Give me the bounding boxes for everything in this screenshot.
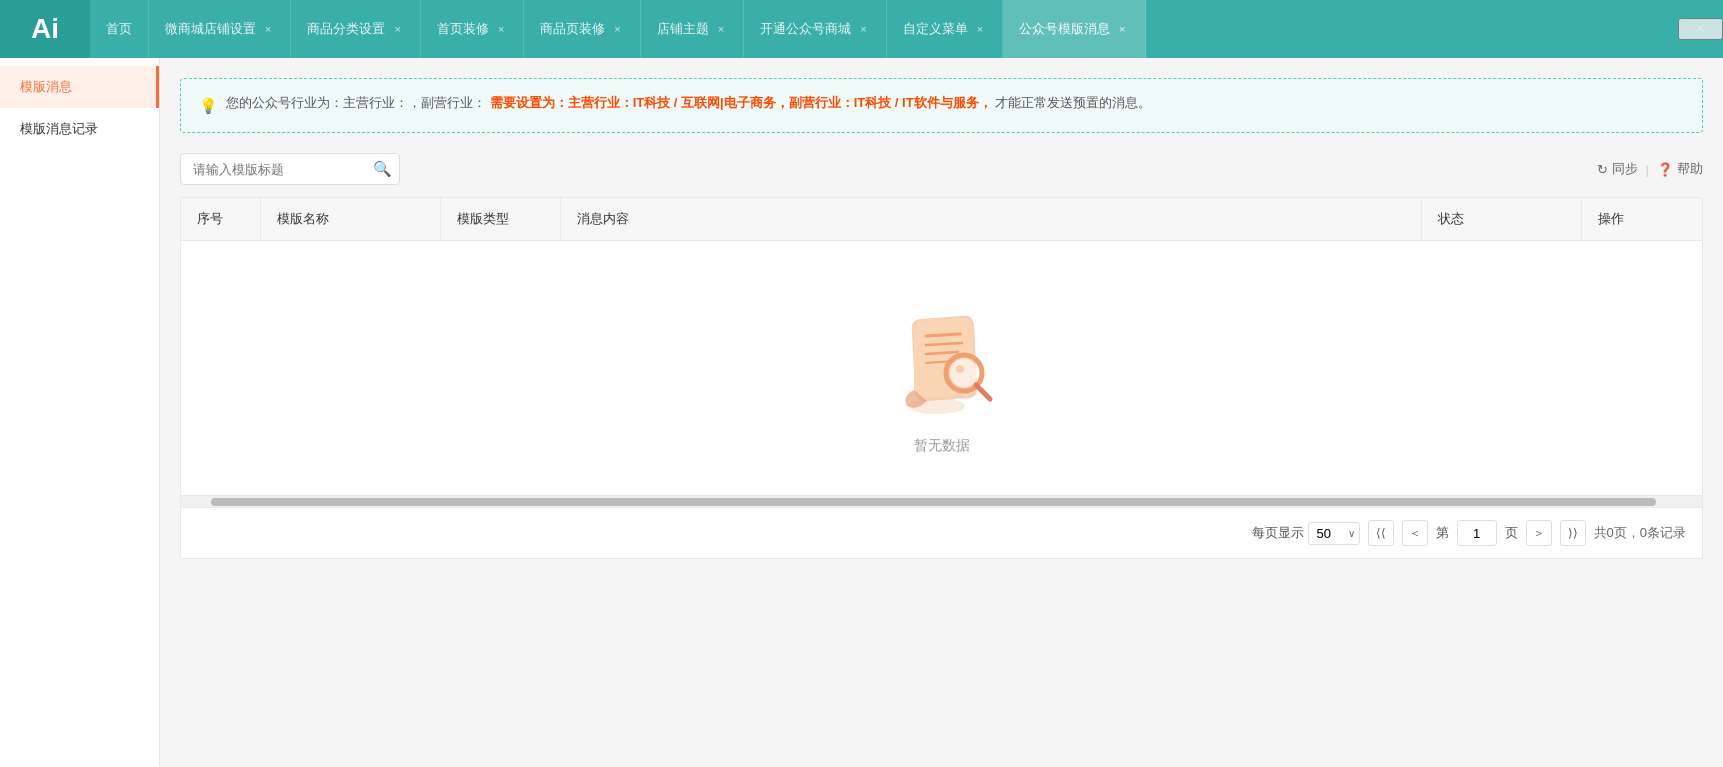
next-page-button[interactable]: ＞ [1526, 520, 1552, 546]
nav-tab-close-open[interactable]: × [857, 22, 869, 36]
sync-button[interactable]: ↻ 同步 [1597, 160, 1638, 178]
scrollbar-thumb[interactable] [211, 498, 1656, 506]
scrollbar-track[interactable] [181, 495, 1702, 507]
page-size-select: 每页显示 50 20 100 [1252, 522, 1360, 545]
page-unit: 页 [1505, 524, 1518, 542]
table-col-action: 操作 [1582, 198, 1702, 240]
svg-line-1 [926, 334, 960, 336]
nav-tab-label: 商品分类设置 [307, 20, 385, 38]
nav-tab-close-template[interactable]: × [1116, 22, 1128, 36]
table-col-type: 模版类型 [441, 198, 561, 240]
nav-tabs: 首页微商城店铺设置×商品分类设置×首页装修×商品页装修×店铺主题×开通公众号商城… [90, 0, 1678, 58]
content-area: 💡 您的公众号行业为：主营行业：，副营行业： 需要设置为：主营行业：IT科技 /… [160, 58, 1723, 767]
nav-tab-close-theme[interactable]: × [715, 22, 727, 36]
page-label: 第 [1436, 524, 1449, 542]
brand-logo: Ai [0, 0, 90, 58]
nav-tab-template[interactable]: 公众号模版消息 × [1003, 0, 1145, 58]
page-size-dropdown[interactable]: 50 20 100 [1308, 522, 1360, 545]
empty-text: 暂无数据 [914, 437, 970, 455]
search-button[interactable]: 🔍 [373, 160, 392, 178]
empty-icon [882, 301, 1002, 421]
nav-tab-open[interactable]: 开通公众号商城 × [744, 0, 886, 58]
sidebar-item-template-msg[interactable]: 模版消息 [0, 66, 159, 108]
table-col-status: 状态 [1422, 198, 1582, 240]
total-info: 共0页，0条记录 [1594, 524, 1686, 542]
sidebar: 模版消息模版消息记录 [0, 58, 160, 767]
notice-icon: 💡 [199, 94, 218, 118]
search-input[interactable] [180, 153, 400, 185]
search-wrap: 🔍 [180, 153, 400, 185]
nav-tab-label: 微商城店铺设置 [165, 20, 256, 38]
svg-line-7 [976, 385, 990, 399]
prev-page-button[interactable]: ＜ [1402, 520, 1428, 546]
divider: | [1646, 162, 1649, 177]
nav-tab-weshop[interactable]: 微商城店铺设置 × [149, 0, 291, 58]
table-col-index: 序号 [181, 198, 261, 240]
nav-tab-label: 首页 [106, 20, 132, 38]
nav-tab-homepage[interactable]: 首页装修 × [421, 0, 524, 58]
sync-icon: ↻ [1597, 162, 1608, 177]
empty-state: 暂无数据 [181, 241, 1702, 495]
notice-box: 💡 您的公众号行业为：主营行业：，副营行业： 需要设置为：主营行业：IT科技 /… [180, 78, 1703, 133]
table-col-name: 模版名称 [261, 198, 441, 240]
notice-text: 您的公众号行业为：主营行业：，副营行业： 需要设置为：主营行业：IT科技 / 互… [226, 93, 1151, 114]
nav-tab-label: 开通公众号商城 [760, 20, 851, 38]
svg-point-6 [950, 359, 978, 387]
nav-tab-label: 首页装修 [437, 20, 489, 38]
nav-tab-close-category[interactable]: × [391, 22, 403, 36]
nav-tab-close-homepage[interactable]: × [495, 22, 507, 36]
nav-tab-theme[interactable]: 店铺主题 × [641, 0, 744, 58]
nav-tab-home[interactable]: 首页 [90, 0, 149, 58]
table-header: 序号模版名称模版类型消息内容状态操作 [181, 198, 1702, 241]
nav-tab-label: 店铺主题 [657, 20, 709, 38]
svg-point-8 [956, 365, 964, 373]
pagination: 每页显示 50 20 100 ⟨⟨ ＜ 第 页 ＞ ⟩⟩ 共0页，0条 [181, 507, 1702, 558]
nav-tab-label: 公众号模版消息 [1019, 20, 1110, 38]
help-icon: ❓ [1657, 162, 1673, 177]
nav-tab-close-menu[interactable]: × [974, 22, 986, 36]
help-button[interactable]: ❓ 帮助 [1657, 160, 1703, 178]
main-layout: 模版消息模版消息记录 💡 您的公众号行业为：主营行业：，副营行业： 需要设置为：… [0, 58, 1723, 767]
page-size-select-wrap[interactable]: 50 20 100 [1308, 522, 1360, 545]
first-page-button[interactable]: ⟨⟨ [1368, 520, 1394, 546]
nav-tab-product[interactable]: 商品页装修 × [524, 0, 640, 58]
toolbar-right: ↻ 同步 | ❓ 帮助 [1597, 160, 1703, 178]
toolbar: 🔍 ↻ 同步 | ❓ 帮助 [180, 153, 1703, 185]
nav-tab-close-product[interactable]: × [611, 22, 623, 36]
close-all-button[interactable]: × [1678, 18, 1723, 40]
table-col-content: 消息内容 [561, 198, 1422, 240]
nav-tab-label: 商品页装修 [540, 20, 605, 38]
nav-tab-label: 自定义菜单 [903, 20, 968, 38]
last-page-button[interactable]: ⟩⟩ [1560, 520, 1586, 546]
nav-tab-menu[interactable]: 自定义菜单 × [887, 0, 1003, 58]
table-wrap: 序号模版名称模版类型消息内容状态操作 [180, 197, 1703, 559]
top-nav: Ai 首页微商城店铺设置×商品分类设置×首页装修×商品页装修×店铺主题×开通公众… [0, 0, 1723, 58]
nav-tab-close-weshop[interactable]: × [262, 22, 274, 36]
notice-highlight: 需要设置为：主营行业：IT科技 / 互联网|电子商务，副营行业：IT科技 / I… [490, 95, 992, 110]
per-page-label: 每页显示 [1252, 524, 1304, 542]
nav-tab-category[interactable]: 商品分类设置 × [291, 0, 420, 58]
page-input[interactable] [1457, 520, 1497, 546]
sidebar-item-template-record[interactable]: 模版消息记录 [0, 108, 159, 150]
